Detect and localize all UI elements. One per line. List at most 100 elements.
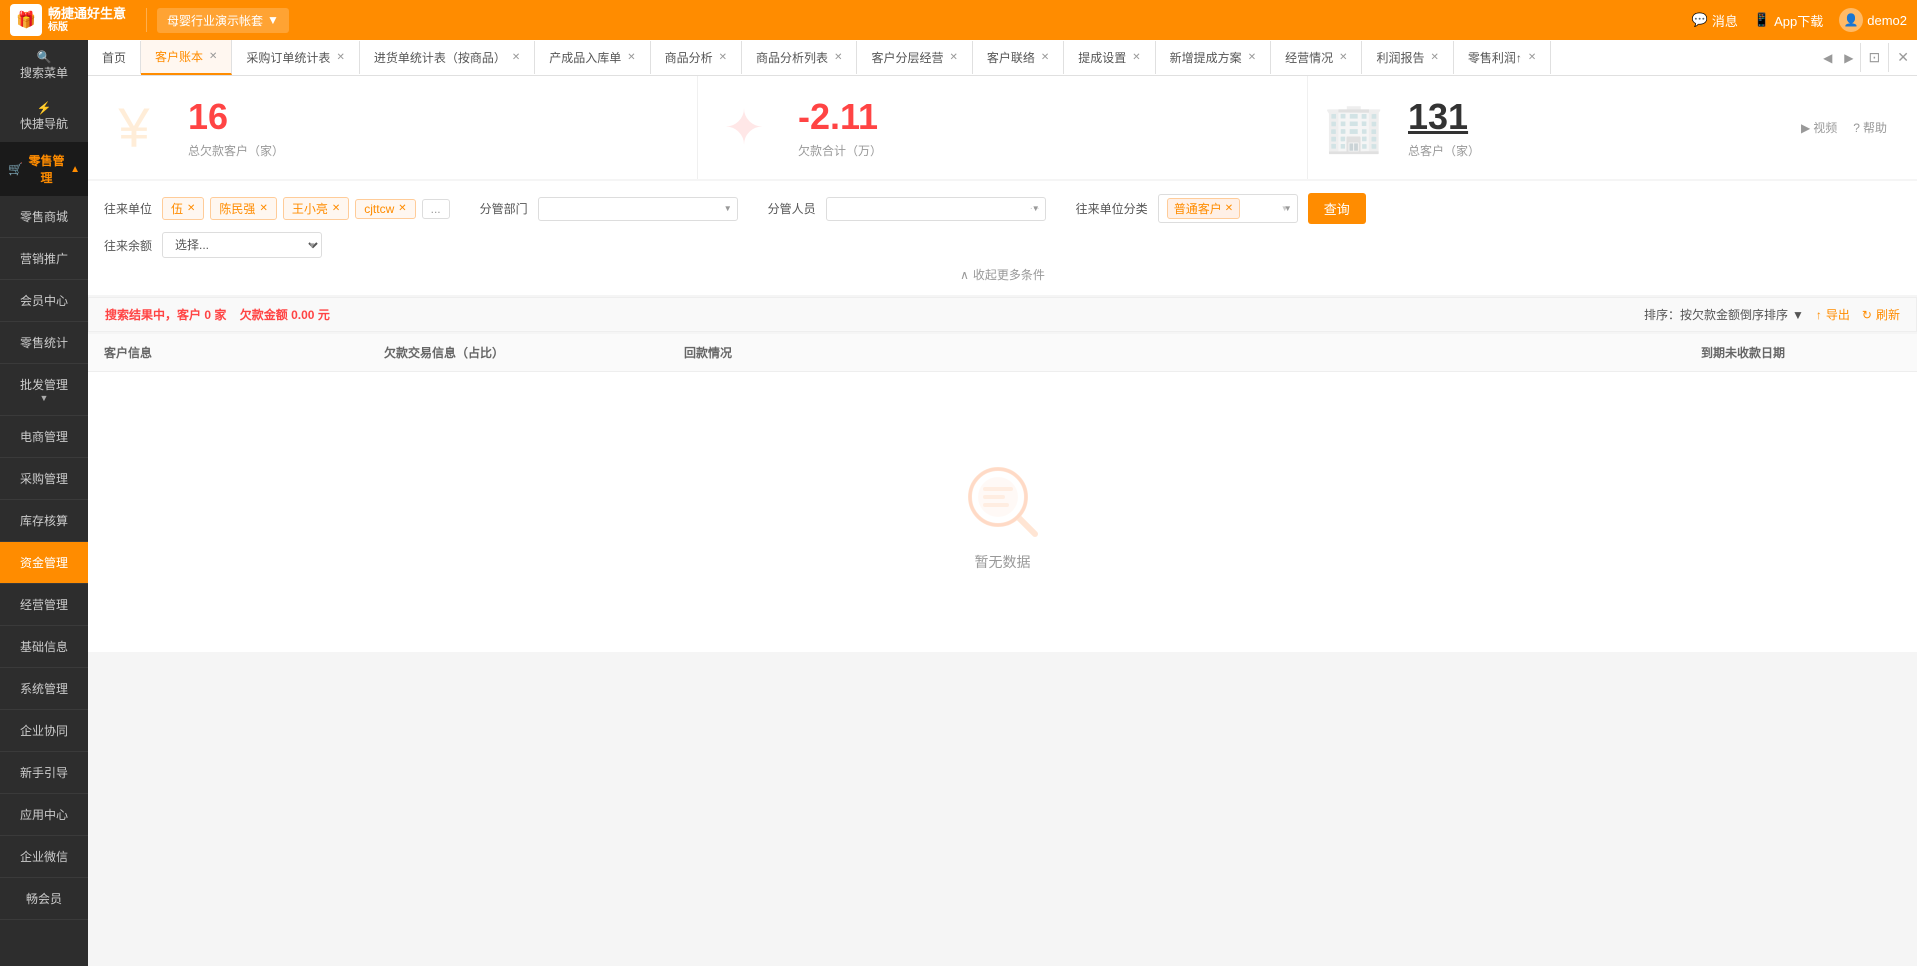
sidebar-item-newbie[interactable]: 新手引导	[0, 752, 88, 794]
sidebar-item-operations[interactable]: 经营管理	[0, 584, 88, 626]
filter-tag-4: cjttcw ✕	[355, 199, 415, 219]
stat-info-3: 131 总客户（家）	[1408, 96, 1480, 159]
category-tag-label: 普通客户	[1174, 200, 1222, 217]
tab-close-icon[interactable]: ✕	[719, 52, 727, 63]
tab-close-icon[interactable]: ✕	[1041, 52, 1049, 63]
tab-label: 产成品入库单	[549, 49, 621, 66]
tab-purchase-order-stats[interactable]: 采购订单统计表 ✕	[232, 41, 359, 74]
video-btn[interactable]: ▶ 视频	[1801, 119, 1837, 136]
sidebar-item-basic-info[interactable]: 基础信息	[0, 626, 88, 668]
tag-label: 陈民强	[219, 200, 255, 217]
sidebar-item-marketing[interactable]: 营销推广	[0, 238, 88, 280]
sidebar-item-ecommerce[interactable]: 电商管理	[0, 416, 88, 458]
tab-close-all-btn[interactable]: ✕	[1888, 43, 1917, 72]
tab-stock-stats[interactable]: 进货单统计表（按商品） ✕	[360, 41, 535, 74]
tab-customer-contact[interactable]: 客户联络 ✕	[973, 41, 1064, 74]
tab-close-icon[interactable]: ✕	[949, 52, 957, 63]
filter-dept-input[interactable]	[538, 197, 738, 221]
tab-expand-btn[interactable]: ⊡	[1860, 43, 1889, 72]
category-tag-container[interactable]: 普通客户 ✕ ▼	[1158, 194, 1298, 223]
avatar-icon: 👤	[1839, 8, 1863, 32]
tab-close-icon[interactable]: ✕	[1528, 52, 1536, 63]
category-tag-remove[interactable]: ✕	[1225, 203, 1233, 214]
table-container: 客户信息 欠款交易信息（占比） 回款情况 到期未收款日期	[88, 334, 1917, 652]
sidebar-item-inventory[interactable]: 库存核算	[0, 500, 88, 542]
tab-customer-tier[interactable]: 客户分层经营 ✕	[857, 41, 972, 74]
tab-close-icon[interactable]: ✕	[627, 52, 635, 63]
tab-product-analysis-list[interactable]: 商品分析列表 ✕	[742, 41, 857, 74]
result-customer-count: 0	[204, 308, 211, 322]
sidebar-item-system[interactable]: 系统管理	[0, 668, 88, 710]
sidebar-item-purchase[interactable]: 采购管理	[0, 458, 88, 500]
tab-add-commission[interactable]: 新增提成方案 ✕	[1156, 41, 1271, 74]
sidebar-item-finance[interactable]: 资金管理	[0, 542, 88, 584]
app-download-btn[interactable]: 📱 App下载	[1754, 11, 1823, 30]
col-header-debt: 欠款交易信息（占比）	[384, 344, 684, 361]
tab-profit-report[interactable]: 利润报告 ✕	[1362, 41, 1453, 74]
user-avatar[interactable]: 👤 demo2	[1839, 8, 1907, 32]
tag-remove-btn-1[interactable]: ✕	[187, 203, 195, 214]
search-button[interactable]: 查询	[1308, 193, 1366, 224]
sidebar-item-label: 电商管理	[4, 428, 84, 445]
sidebar-item-label: 批发管理	[20, 376, 68, 393]
stat-label-2: 欠款合计（万）	[798, 142, 882, 159]
divider1	[146, 8, 147, 32]
tab-close-icon[interactable]: ✕	[1132, 52, 1140, 63]
tab-close-icon[interactable]: ✕	[834, 52, 842, 63]
tab-close-icon[interactable]: ✕	[1431, 52, 1439, 63]
tab-close-icon[interactable]: ✕	[336, 52, 344, 63]
tab-close-icon[interactable]: ✕	[209, 51, 217, 62]
message-btn[interactable]: 💬 消息	[1692, 11, 1738, 30]
sidebar-search[interactable]: 🔍 搜索菜单	[0, 40, 88, 91]
chevron-up-icon: ∧	[960, 268, 969, 282]
filter-person-input[interactable]	[826, 197, 1046, 221]
sidebar-item-retail-mall[interactable]: 零售商城	[0, 196, 88, 238]
refresh-btn[interactable]: ↻ 刷新	[1862, 306, 1900, 323]
tab-prev-btn[interactable]: ◀	[1817, 43, 1838, 73]
more-tag-label: ...	[431, 202, 441, 216]
stat-right-controls: ▶ 视频 ? 帮助	[1801, 119, 1887, 136]
chevron-icon: ▲	[70, 164, 80, 175]
workspace-dropdown[interactable]: 母婴行业演示帐套 ▼	[157, 8, 289, 33]
sidebar-item-vip[interactable]: 畅会员	[0, 878, 88, 920]
sort-btn[interactable]: 排序：按欠款金额倒序排序 ▼	[1644, 306, 1804, 323]
tab-product-analysis[interactable]: 商品分析 ✕	[651, 41, 742, 74]
stats-row: ¥ 16 总欠款客户（家） ✦ -2.11 欠款合计（万）	[88, 76, 1917, 179]
tag-remove-btn-2[interactable]: ✕	[259, 203, 267, 214]
no-data-svg	[953, 452, 1053, 552]
table-header: 客户信息 欠款交易信息（占比） 回款情况 到期未收款日期	[88, 334, 1917, 372]
help-btn[interactable]: ? 帮助	[1853, 119, 1887, 136]
sidebar-item-wholesale[interactable]: 批发管理 ▼	[0, 364, 88, 416]
sidebar-item-retail-stats[interactable]: 零售统计	[0, 322, 88, 364]
sidebar-item-enterprise-collab[interactable]: 企业协同	[0, 710, 88, 752]
tab-home[interactable]: 首页	[88, 41, 141, 74]
tab-close-icon[interactable]: ✕	[512, 52, 520, 63]
sidebar-item-wechat[interactable]: 企业微信	[0, 836, 88, 878]
tab-label: 商品分析列表	[756, 49, 828, 66]
filter-row-1: 往来单位 伍 ✕ 陈民强 ✕ 王小亮	[104, 193, 1901, 224]
sidebar-item-member[interactable]: 会员中心	[0, 280, 88, 322]
sidebar-item-label: 采购管理	[4, 470, 84, 487]
sidebar-item-label: 资金管理	[4, 554, 84, 571]
collapse-btn[interactable]: ∧ 收起更多条件	[104, 266, 1901, 283]
export-btn[interactable]: ↑ 导出	[1816, 306, 1850, 323]
tab-commission-settings[interactable]: 提成设置 ✕	[1064, 41, 1155, 74]
tab-product-storage[interactable]: 产成品入库单 ✕	[535, 41, 650, 74]
tab-next-btn[interactable]: ▶	[1838, 43, 1859, 73]
tab-retail-profit[interactable]: 零售利润↑ ✕	[1454, 41, 1551, 74]
sidebar-item-app-center[interactable]: 应用中心	[0, 794, 88, 836]
sidebar-quick-nav[interactable]: ⚡ 快捷导航	[0, 91, 88, 142]
filter-category-label: 往来单位分类	[1076, 200, 1148, 217]
filter-tag-more[interactable]: ...	[422, 199, 450, 219]
result-prefix: 搜索结果中，客户	[105, 308, 201, 322]
tab-close-icon[interactable]: ✕	[1248, 52, 1256, 63]
sort-icon: ▼	[1792, 308, 1804, 322]
tag-remove-btn-4[interactable]: ✕	[398, 203, 406, 214]
stat-info-2: -2.11 欠款合计（万）	[798, 96, 882, 159]
tab-customer-ledger[interactable]: 客户账本 ✕	[141, 40, 232, 75]
tab-close-icon[interactable]: ✕	[1339, 52, 1347, 63]
filter-balance-select[interactable]: 选择...	[162, 232, 322, 258]
tag-remove-btn-3[interactable]: ✕	[332, 203, 340, 214]
sidebar-search-label: 搜索菜单	[8, 64, 80, 81]
tab-operations[interactable]: 经营情况 ✕	[1271, 41, 1362, 74]
